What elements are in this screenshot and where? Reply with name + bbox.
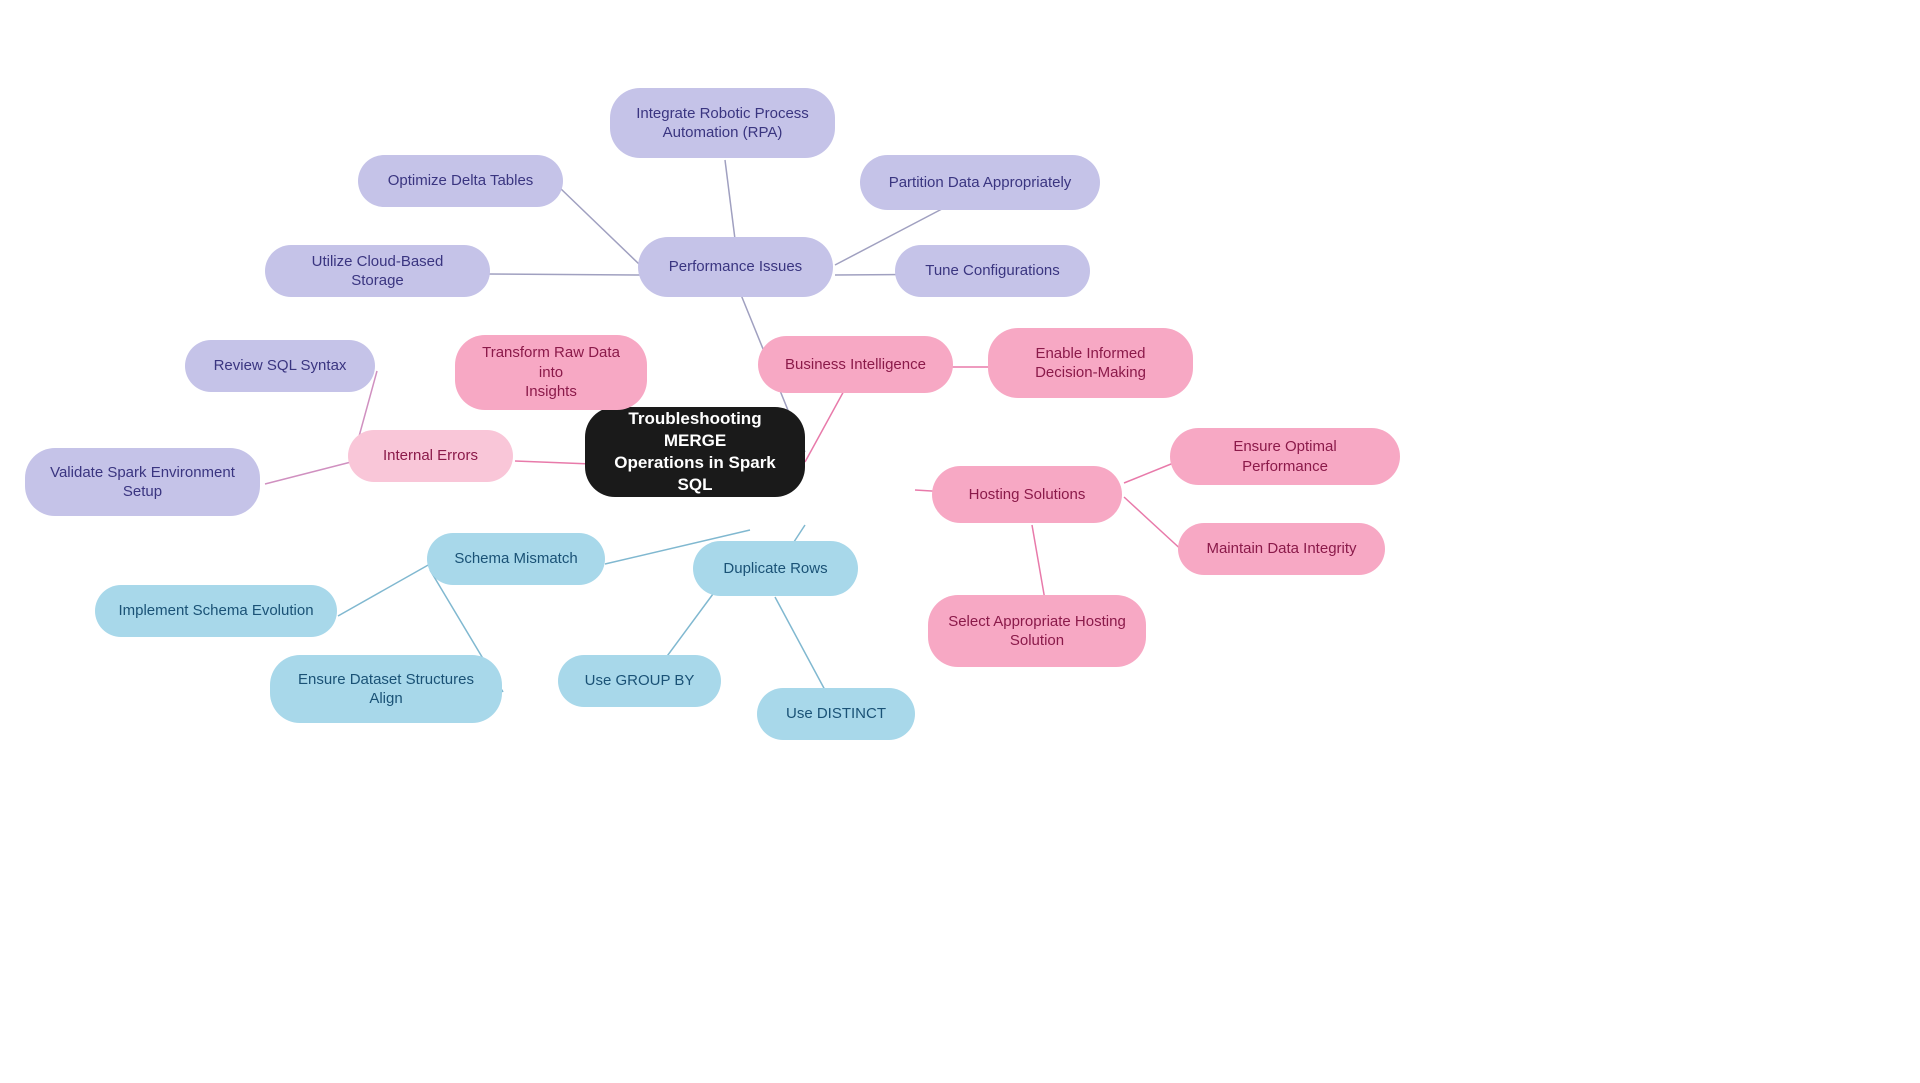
transform-raw-label: Transform Raw Data into Insights bbox=[475, 343, 627, 402]
ensure-optimal-node: Ensure Optimal Performance bbox=[1170, 428, 1400, 485]
select-hosting-label: Select Appropriate Hosting Solution bbox=[948, 612, 1126, 651]
performance-issues-node: Performance Issues bbox=[638, 237, 833, 297]
ensure-dataset-label: Ensure Dataset Structures Align bbox=[298, 670, 474, 709]
hosting-solutions-label: Hosting Solutions bbox=[969, 485, 1086, 505]
maintain-data-label: Maintain Data Integrity bbox=[1206, 539, 1356, 559]
validate-spark-node: Validate Spark Environment Setup bbox=[25, 448, 260, 516]
center-label: Troubleshooting MERGE Operations in Spar… bbox=[605, 408, 785, 496]
schema-mismatch-label: Schema Mismatch bbox=[454, 549, 577, 569]
tune-configurations-node: Tune Configurations bbox=[895, 245, 1090, 297]
partition-data-label: Partition Data Appropriately bbox=[889, 173, 1072, 193]
hosting-solutions-node: Hosting Solutions bbox=[932, 466, 1122, 523]
transform-raw-node: Transform Raw Data into Insights bbox=[455, 335, 647, 410]
validate-spark-label: Validate Spark Environment Setup bbox=[50, 463, 235, 502]
internal-errors-node: Internal Errors bbox=[348, 430, 513, 482]
implement-schema-node: Implement Schema Evolution bbox=[95, 585, 337, 637]
review-sql-node: Review SQL Syntax bbox=[185, 340, 375, 392]
enable-informed-node: Enable Informed Decision-Making bbox=[988, 328, 1193, 398]
use-group-by-label: Use GROUP BY bbox=[585, 671, 695, 691]
integrate-rpa-label: Integrate Robotic Process Automation (RP… bbox=[636, 104, 809, 143]
internal-errors-label: Internal Errors bbox=[383, 446, 478, 466]
partition-data-node: Partition Data Appropriately bbox=[860, 155, 1100, 210]
use-distinct-label: Use DISTINCT bbox=[786, 704, 886, 724]
utilize-cloud-node: Utilize Cloud-Based Storage bbox=[265, 245, 490, 297]
business-intelligence-label: Business Intelligence bbox=[785, 355, 926, 375]
ensure-optimal-label: Ensure Optimal Performance bbox=[1190, 437, 1380, 476]
duplicate-rows-label: Duplicate Rows bbox=[723, 559, 827, 579]
tune-configurations-label: Tune Configurations bbox=[925, 261, 1060, 281]
implement-schema-label: Implement Schema Evolution bbox=[118, 601, 313, 621]
select-hosting-node: Select Appropriate Hosting Solution bbox=[928, 595, 1146, 667]
enable-informed-label: Enable Informed Decision-Making bbox=[1035, 344, 1146, 383]
utilize-cloud-label: Utilize Cloud-Based Storage bbox=[285, 252, 470, 291]
ensure-dataset-node: Ensure Dataset Structures Align bbox=[270, 655, 502, 723]
performance-issues-label: Performance Issues bbox=[669, 257, 802, 277]
use-distinct-node: Use DISTINCT bbox=[757, 688, 915, 740]
optimize-delta-label: Optimize Delta Tables bbox=[388, 171, 534, 191]
optimize-delta-node: Optimize Delta Tables bbox=[358, 155, 563, 207]
business-intelligence-node: Business Intelligence bbox=[758, 336, 953, 393]
maintain-data-node: Maintain Data Integrity bbox=[1178, 523, 1385, 575]
use-group-by-node: Use GROUP BY bbox=[558, 655, 721, 707]
schema-mismatch-node: Schema Mismatch bbox=[427, 533, 605, 585]
integrate-rpa-node: Integrate Robotic Process Automation (RP… bbox=[610, 88, 835, 158]
center-node: Troubleshooting MERGE Operations in Spar… bbox=[585, 407, 805, 497]
review-sql-label: Review SQL Syntax bbox=[214, 356, 347, 376]
duplicate-rows-node: Duplicate Rows bbox=[693, 541, 858, 596]
